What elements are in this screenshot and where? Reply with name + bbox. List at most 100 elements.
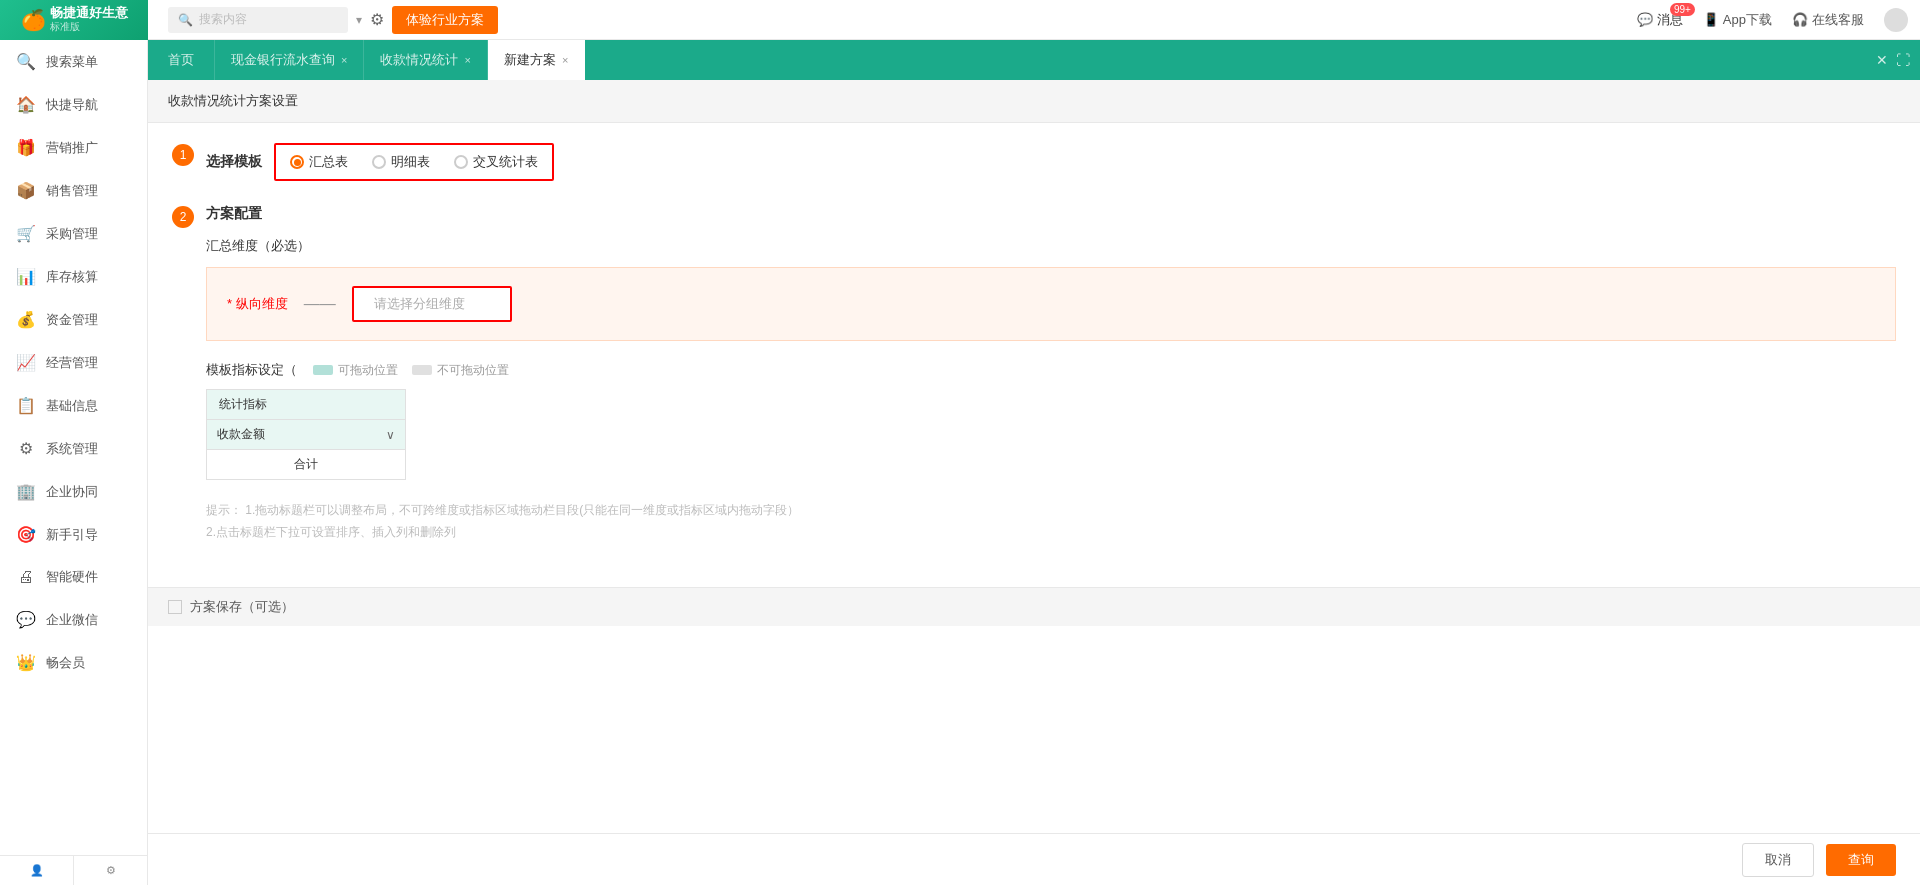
online-service-button[interactable]: 🎧 在线客服 — [1792, 11, 1864, 29]
sidebar-icon-member: 👑 — [16, 653, 36, 672]
top-bar-right: 💬 消息 99+ 📱 App下载 🎧 在线客服 — [1637, 8, 1908, 32]
dimension-select[interactable]: 请选择分组维度 — [352, 286, 512, 322]
tab-label-new-plan: 新建方案 — [504, 51, 556, 69]
save-plan-checkbox[interactable] — [168, 600, 182, 614]
sidebar-icon-inventory: 📊 — [16, 267, 36, 286]
page-title: 收款情况统计方案设置 — [168, 93, 298, 108]
sidebar-item-guide[interactable]: 🎯 新手引导 — [0, 513, 147, 556]
metrics-col-header[interactable]: 收款金额 ∨ — [207, 420, 405, 450]
sidebar-item-purchase[interactable]: 🛒 采购管理 — [0, 212, 147, 255]
sidebar-icon-system: ⚙ — [16, 439, 36, 458]
metrics-header: 模板指标设定（ 可拖动位置 不可拖动位置 — [206, 361, 1896, 379]
tab-close-all-button[interactable]: ✕ — [1876, 52, 1888, 68]
step2-row: 2 方案配置 汇总维度（必选） 纵向维度 —— 请选择分组维度 — [172, 205, 1896, 543]
radio-cross[interactable]: 交叉统计表 — [454, 153, 538, 171]
sidebar-icon-operations: 📈 — [16, 353, 36, 372]
settings-bottom-icon: ⚙ — [106, 864, 116, 877]
sidebar-item-wechat[interactable]: 💬 企业微信 — [0, 598, 147, 641]
search-bar[interactable]: 🔍 搜索内容 — [168, 7, 348, 33]
tab-close-collection-stats[interactable]: × — [464, 54, 470, 66]
tab-bar-actions: ✕ ⛶ — [1866, 40, 1920, 80]
sidebar-icon-enterprise: 🏢 — [16, 482, 36, 501]
dimension-row: 纵向维度 —— 请选择分组维度 — [227, 286, 1875, 322]
tab-close-bank-flow[interactable]: × — [341, 54, 347, 66]
radio-detail[interactable]: 明细表 — [372, 153, 430, 171]
sidebar-icon-search-menu: 🔍 — [16, 52, 36, 71]
sidebar-label-hardware: 智能硬件 — [46, 568, 98, 586]
sidebar-label-marketing: 营销推广 — [46, 139, 98, 157]
sidebar-item-inventory[interactable]: 📊 库存核算 — [0, 255, 147, 298]
legend-drag-color — [313, 365, 333, 375]
cancel-button[interactable]: 取消 — [1742, 843, 1814, 877]
messages-badge: 99+ — [1670, 3, 1695, 16]
legend-drag-label: 可拖动位置 — [338, 362, 398, 379]
sidebar-label-operations: 经营管理 — [46, 354, 98, 372]
messages-button[interactable]: 💬 消息 99+ — [1637, 11, 1683, 29]
sidebar-icon-hardware: 🖨 — [16, 568, 36, 586]
search-dropdown-icon[interactable]: ▾ — [356, 13, 362, 27]
sidebar-item-system[interactable]: ⚙ 系统管理 — [0, 427, 147, 470]
radio-cross-circle — [454, 155, 468, 169]
dimension-section-label: 汇总维度（必选） — [206, 237, 1896, 255]
sidebar-label-base-info: 基础信息 — [46, 397, 98, 415]
metrics-col-title: 收款金额 — [217, 426, 265, 443]
sidebar-label-finance: 资金管理 — [46, 311, 98, 329]
sidebar: 🔍 搜索菜单 🏠 快捷导航 🎁 营销推广 📦 销售管理 🛒 采购管理 📊 库存核… — [0, 40, 148, 885]
legend-nodrag-label: 不可拖动位置 — [437, 362, 509, 379]
radio-summary-label: 汇总表 — [309, 153, 348, 171]
sidebar-item-member[interactable]: 👑 畅会员 — [0, 641, 147, 684]
tab-new-plan[interactable]: 新建方案 × — [488, 40, 585, 80]
sidebar-icon-sales: 📦 — [16, 181, 36, 200]
sidebar-label-guide: 新手引导 — [46, 526, 98, 544]
sidebar-icon-purchase: 🛒 — [16, 224, 36, 243]
sidebar-item-enterprise[interactable]: 🏢 企业协同 — [0, 470, 147, 513]
tab-close-new-plan[interactable]: × — [562, 54, 568, 66]
sidebar-label-member: 畅会员 — [46, 654, 85, 672]
sidebar-label-enterprise: 企业协同 — [46, 483, 98, 501]
query-button[interactable]: 查询 — [1826, 844, 1896, 876]
sidebar-icon-wechat: 💬 — [16, 610, 36, 629]
sidebar-item-marketing[interactable]: 🎁 营销推广 — [0, 126, 147, 169]
tab-fullscreen-button[interactable]: ⛶ — [1896, 52, 1910, 68]
sidebar-item-base-info[interactable]: 📋 基础信息 — [0, 384, 147, 427]
metrics-section: 模板指标设定（ 可拖动位置 不可拖动位置 — [206, 361, 1896, 543]
metrics-cell-total: 合计 — [207, 450, 405, 479]
step2-title: 方案配置 — [206, 205, 1896, 223]
app-version: 标准版 — [50, 20, 128, 34]
sidebar-label-inventory: 库存核算 — [46, 268, 98, 286]
metrics-grid-header: 统计指标 — [207, 390, 405, 420]
app-download-button[interactable]: 📱 App下载 — [1703, 11, 1772, 29]
hint-2: 2.点击标题栏下拉可设置排序、插入列和删除列 — [206, 522, 1896, 544]
sidebar-item-hardware[interactable]: 🖨 智能硬件 — [0, 556, 147, 598]
tab-label-collection-stats: 收款情况统计 — [380, 51, 458, 69]
radio-summary[interactable]: 汇总表 — [290, 153, 348, 171]
metrics-grid: 统计指标 收款金额 ∨ 合计 — [206, 389, 406, 480]
tab-label-home: 首页 — [168, 51, 194, 69]
sidebar-item-operations[interactable]: 📈 经营管理 — [0, 341, 147, 384]
step1-title: 选择模板 — [206, 153, 262, 171]
sidebar-item-sales[interactable]: 📦 销售管理 — [0, 169, 147, 212]
page-footer: 方案保存（可选） — [148, 587, 1920, 626]
tab-home[interactable]: 首页 — [148, 40, 215, 80]
sidebar-item-search-menu[interactable]: 🔍 搜索菜单 — [0, 40, 147, 83]
settings-icon[interactable]: ⚙ — [370, 10, 384, 29]
sidebar-bottom-settings[interactable]: ⚙ — [74, 856, 147, 885]
sidebar-bottom: 👤 ⚙ — [0, 855, 147, 885]
sidebar-item-quick-nav[interactable]: 🏠 快捷导航 — [0, 83, 147, 126]
user-icon: 👤 — [30, 864, 44, 877]
dimension-area: 纵向维度 —— 请选择分组维度 — [206, 267, 1896, 341]
sidebar-bottom-user[interactable]: 👤 — [0, 856, 74, 885]
avatar[interactable] — [1884, 8, 1908, 32]
sidebar-item-finance[interactable]: 💰 资金管理 — [0, 298, 147, 341]
tab-collection-stats[interactable]: 收款情况统计 × — [364, 40, 487, 80]
page-section-header: 收款情况统计方案设置 — [148, 80, 1920, 123]
sidebar-label-system: 系统管理 — [46, 440, 98, 458]
sidebar-label-sales: 销售管理 — [46, 182, 98, 200]
app-name: 畅捷通好生意 — [50, 5, 128, 21]
trial-button[interactable]: 体验行业方案 — [392, 6, 498, 34]
radio-summary-circle — [290, 155, 304, 169]
legend-not-draggable: 不可拖动位置 — [412, 362, 509, 379]
tab-bank-flow[interactable]: 现金银行流水查询× — [215, 40, 364, 80]
search-icon: 🔍 — [178, 13, 193, 27]
step2-badge: 2 — [172, 206, 194, 228]
